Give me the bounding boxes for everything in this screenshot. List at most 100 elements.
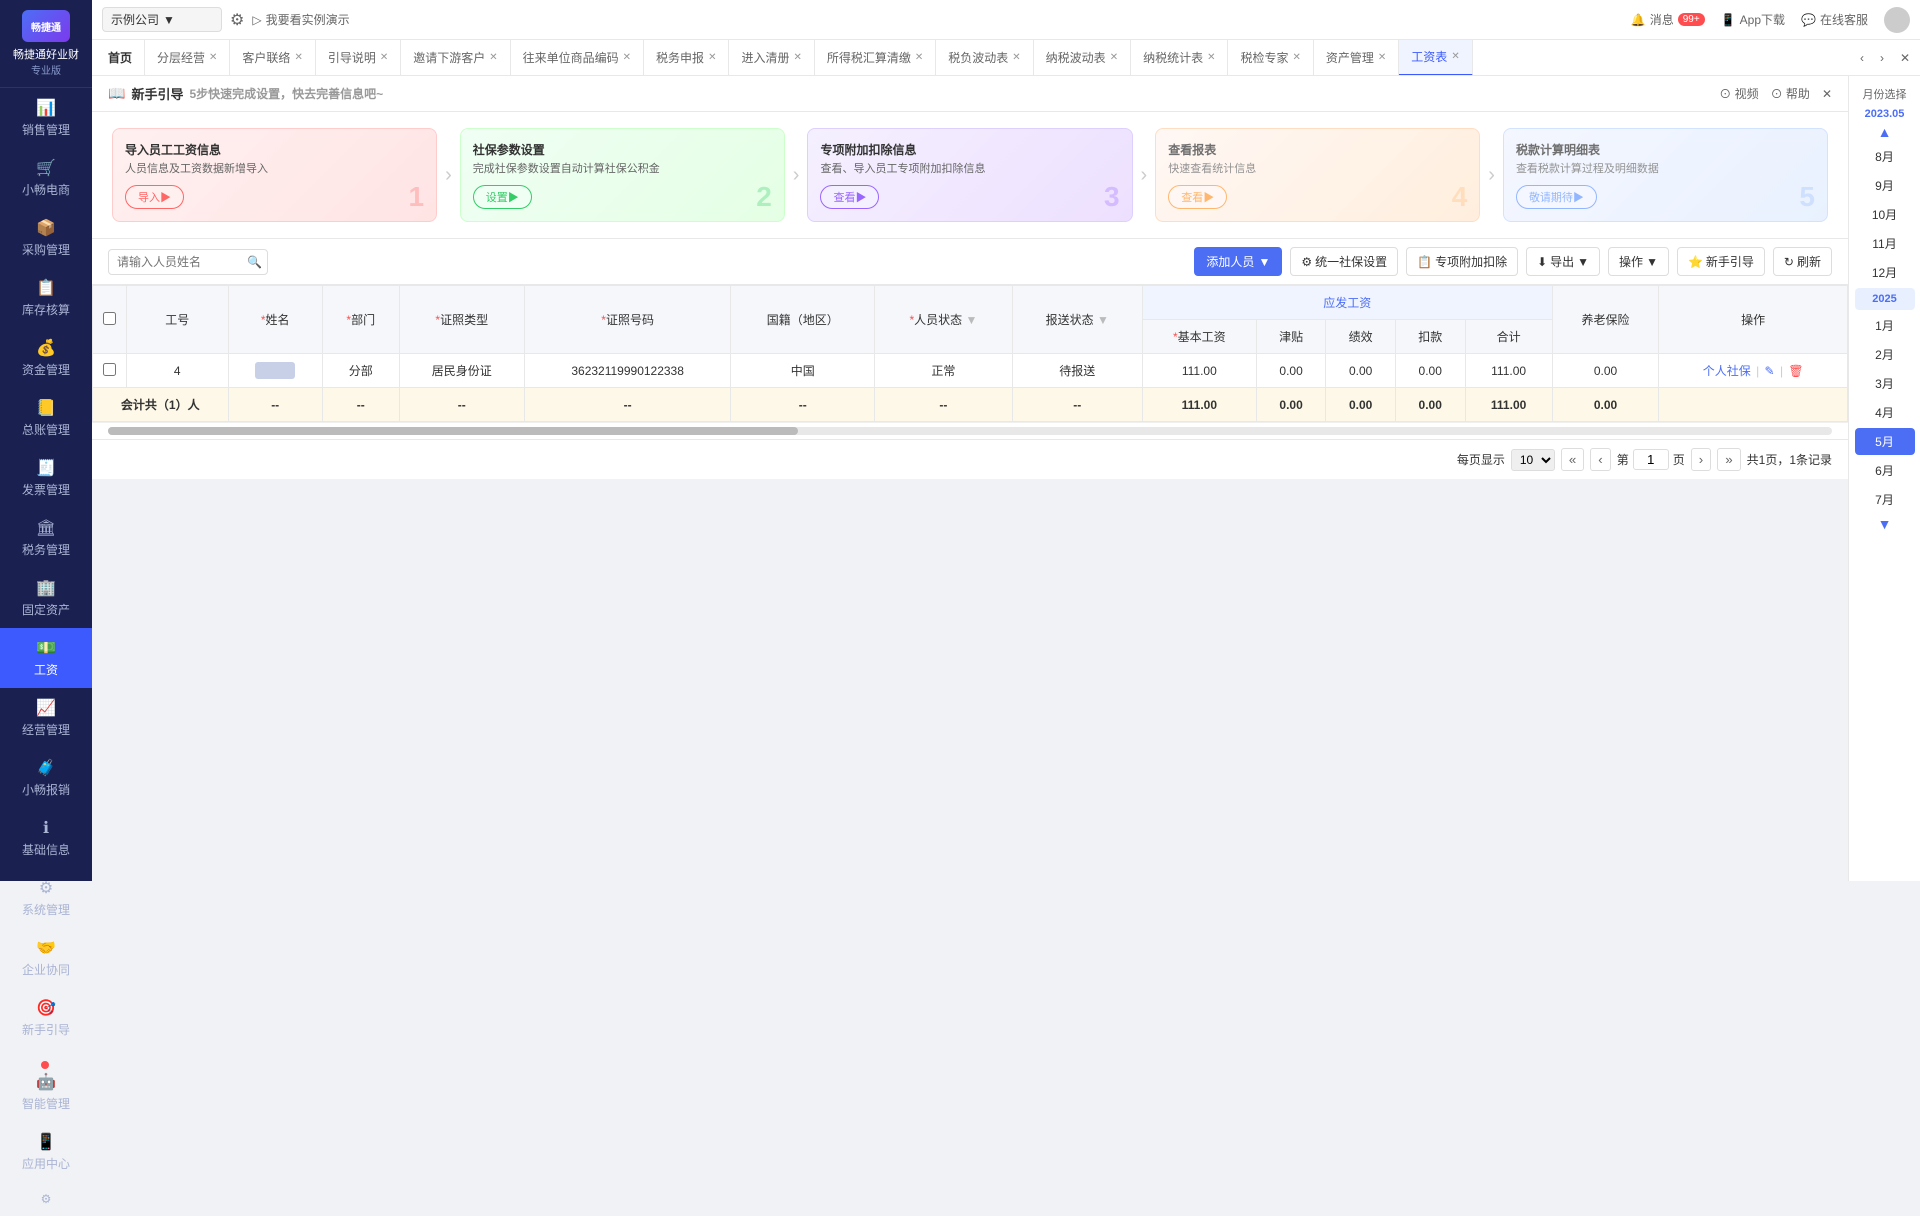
month-up-btn[interactable]: ▲: [1876, 122, 1894, 142]
row-checkbox[interactable]: [103, 363, 116, 376]
month-item-2[interactable]: 2月: [1855, 341, 1915, 368]
operation-btn[interactable]: 操作 ▼: [1608, 247, 1669, 276]
personal-insurance-btn[interactable]: 个人社保: [1703, 364, 1751, 378]
tab-tax-burden[interactable]: 税负波动表 ✕: [936, 40, 1033, 76]
tab-close-icon[interactable]: ✕: [1378, 52, 1386, 63]
month-down-btn[interactable]: ▼: [1876, 514, 1894, 534]
prev-page-btn[interactable]: ‹: [1590, 448, 1610, 471]
sidebar-item-tax[interactable]: 🏛税务管理: [0, 508, 92, 568]
per-page-select[interactable]: 10 20 50: [1511, 449, 1555, 471]
tab-asset-mgmt[interactable]: 资产管理 ✕: [1314, 40, 1399, 76]
tab-close-icon[interactable]: ✕: [1110, 52, 1118, 63]
sidebar-settings[interactable]: ⚙: [31, 1182, 62, 1216]
tab-tax-stat[interactable]: 纳税统计表 ✕: [1131, 40, 1228, 76]
last-page-btn[interactable]: »: [1717, 448, 1740, 471]
month-item-10[interactable]: 10月: [1855, 201, 1915, 228]
demo-link[interactable]: ▷ 我要看实例演示: [252, 11, 349, 28]
scroll-thumb[interactable]: [108, 427, 798, 435]
edit-btn[interactable]: ✎: [1765, 364, 1775, 378]
tab-tax-expert[interactable]: 税检专家 ✕: [1228, 40, 1313, 76]
sidebar-item-collab[interactable]: 🤝企业协同: [0, 928, 92, 988]
tab-tax-report[interactable]: 税务申报 ✕: [644, 40, 729, 76]
month-item-5[interactable]: 5月: [1855, 428, 1915, 455]
sidebar-item-invoice[interactable]: 🧾发票管理: [0, 448, 92, 508]
step-3-btn[interactable]: 查看▶: [820, 185, 879, 209]
sidebar-item-inventory[interactable]: 📋库存核算: [0, 268, 92, 328]
settings-icon[interactable]: ⚙: [230, 10, 244, 30]
sidebar-item-wage[interactable]: 💵工资: [0, 628, 92, 688]
first-page-btn[interactable]: «: [1561, 448, 1584, 471]
month-item-9[interactable]: 9月: [1855, 172, 1915, 199]
avatar[interactable]: [1884, 7, 1910, 33]
sidebar-item-ecommerce[interactable]: 🛒小畅电商: [0, 148, 92, 208]
sidebar-item-sales[interactable]: 📊销售管理: [0, 88, 92, 148]
horizontal-scrollbar[interactable]: [108, 427, 1832, 435]
tab-contact[interactable]: 客户联络 ✕: [230, 40, 315, 76]
page-input[interactable]: [1633, 449, 1669, 470]
tab-home[interactable]: 首页: [96, 40, 145, 76]
delete-btn[interactable]: 🗑: [1788, 364, 1803, 378]
guide-video-btn[interactable]: ⊙ 视频: [1719, 85, 1758, 102]
special-deduction-btn[interactable]: 📋 专项附加扣除: [1406, 247, 1518, 276]
tab-next-btn[interactable]: ›: [1874, 49, 1890, 67]
next-page-btn[interactable]: ›: [1691, 448, 1711, 471]
step-5-btn[interactable]: 敬请期待▶: [1516, 185, 1597, 209]
sidebar-item-basicinfo[interactable]: ℹ基础信息: [0, 808, 92, 868]
month-item-1[interactable]: 1月: [1855, 312, 1915, 339]
tab-clearance[interactable]: 进入清册 ✕: [729, 40, 814, 76]
tab-tax-wave[interactable]: 纳税波动表 ✕: [1034, 40, 1131, 76]
tab-prev-btn[interactable]: ‹: [1854, 49, 1870, 67]
tab-invite[interactable]: 邀请下游客户 ✕: [401, 40, 510, 76]
company-selector[interactable]: 示例公司 ▼: [102, 7, 222, 32]
sidebar-item-expense[interactable]: 🧳小畅报销: [0, 748, 92, 808]
tab-close-icon[interactable]: ✕: [294, 52, 302, 63]
add-person-btn[interactable]: 添加人员 ▼: [1194, 247, 1282, 276]
export-btn[interactable]: ⬇ 导出 ▼: [1526, 247, 1600, 276]
sidebar-item-purchase[interactable]: 📦采购管理: [0, 208, 92, 268]
step-1-btn[interactable]: 导入▶: [125, 185, 184, 209]
sidebar-item-finance[interactable]: 💰资金管理: [0, 328, 92, 388]
tab-close-icon[interactable]: ✕: [1012, 52, 1020, 63]
tab-income-tax[interactable]: 所得税汇算清缴 ✕: [815, 40, 936, 76]
sidebar-item-ai[interactable]: 🤖智能管理: [0, 1048, 92, 1122]
month-item-11[interactable]: 11月: [1855, 230, 1915, 257]
tab-close-icon[interactable]: ✕: [1451, 51, 1459, 62]
tab-close-icon[interactable]: ✕: [708, 52, 716, 63]
tab-wage-table[interactable]: 工资表 ✕: [1399, 40, 1472, 76]
tab-guide[interactable]: 引导说明 ✕: [316, 40, 401, 76]
month-item-4[interactable]: 4月: [1855, 399, 1915, 426]
month-item-6[interactable]: 6月: [1855, 457, 1915, 484]
tab-product-code[interactable]: 往来单位商品编码 ✕: [511, 40, 644, 76]
sidebar-item-apps[interactable]: 📱应用中心: [0, 1122, 92, 1182]
guide-help-btn[interactable]: ⊙ 帮助: [1771, 85, 1810, 102]
tab-close-icon[interactable]: ✕: [209, 52, 217, 63]
step-4-btn[interactable]: 查看▶: [1168, 185, 1227, 209]
search-input[interactable]: [108, 249, 268, 275]
tab-close-icon[interactable]: ✕: [915, 52, 923, 63]
guide-btn[interactable]: ⭐ 新手引导: [1677, 247, 1765, 276]
month-item-12[interactable]: 12月: [1855, 259, 1915, 286]
month-item-year-2025[interactable]: 2025: [1855, 288, 1915, 310]
guide-close-btn[interactable]: ✕: [1822, 87, 1832, 101]
month-item-7[interactable]: 7月: [1855, 486, 1915, 513]
sidebar-item-guide[interactable]: 🎯新手引导: [0, 988, 92, 1048]
tab-close-icon[interactable]: ✕: [1293, 52, 1301, 63]
sidebar-item-ledger[interactable]: 📒总账管理: [0, 388, 92, 448]
unified-setting-btn[interactable]: ⚙ 统一社保设置: [1290, 247, 1398, 276]
month-item-3[interactable]: 3月: [1855, 370, 1915, 397]
sidebar-item-system[interactable]: ⚙系统管理: [0, 868, 92, 928]
tab-close-icon[interactable]: ✕: [380, 52, 388, 63]
message-btn[interactable]: 🔔 消息 99+: [1631, 11, 1705, 28]
tab-close-icon[interactable]: ✕: [489, 52, 497, 63]
tab-close-icon[interactable]: ✕: [1207, 52, 1215, 63]
tab-close-icon[interactable]: ✕: [623, 52, 631, 63]
month-item-8[interactable]: 8月: [1855, 143, 1915, 170]
sidebar-item-assets[interactable]: 🏢固定资产: [0, 568, 92, 628]
app-download-btn[interactable]: 📱 App下载: [1721, 11, 1785, 28]
step-2-btn[interactable]: 设置▶: [473, 185, 532, 209]
select-all-checkbox[interactable]: [103, 312, 116, 325]
tab-layered[interactable]: 分层经营 ✕: [145, 40, 230, 76]
refresh-btn[interactable]: ↻ 刷新: [1773, 247, 1832, 276]
tab-close-icon[interactable]: ✕: [793, 52, 801, 63]
tab-close-all-btn[interactable]: ✕: [1894, 49, 1916, 67]
